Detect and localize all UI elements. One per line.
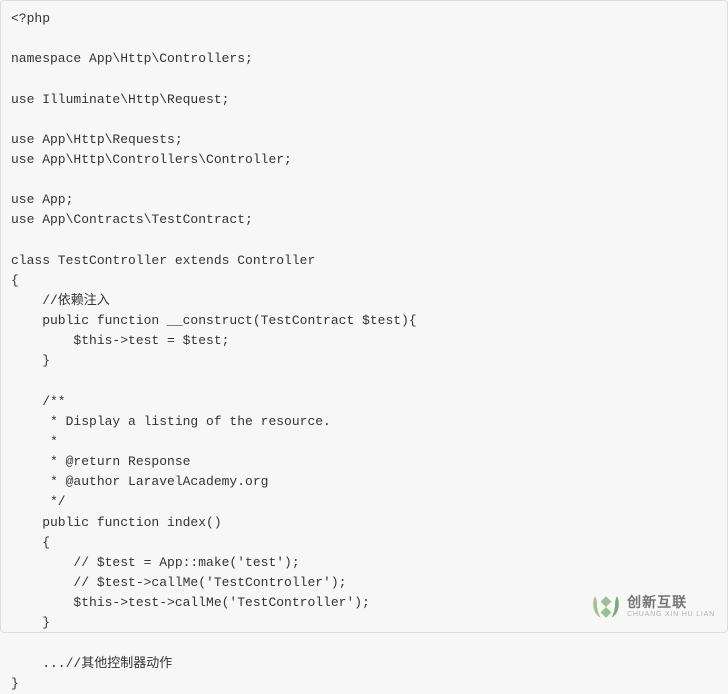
watermark-logo-icon — [587, 588, 625, 626]
watermark-text: 创新互联 CHUANG XIN HU LIAN — [627, 595, 715, 618]
watermark-cn-label: 创新互联 — [627, 595, 715, 610]
watermark-py-label: CHUANG XIN HU LIAN — [627, 611, 715, 619]
watermark: 创新互联 CHUANG XIN HU LIAN — [587, 588, 715, 626]
